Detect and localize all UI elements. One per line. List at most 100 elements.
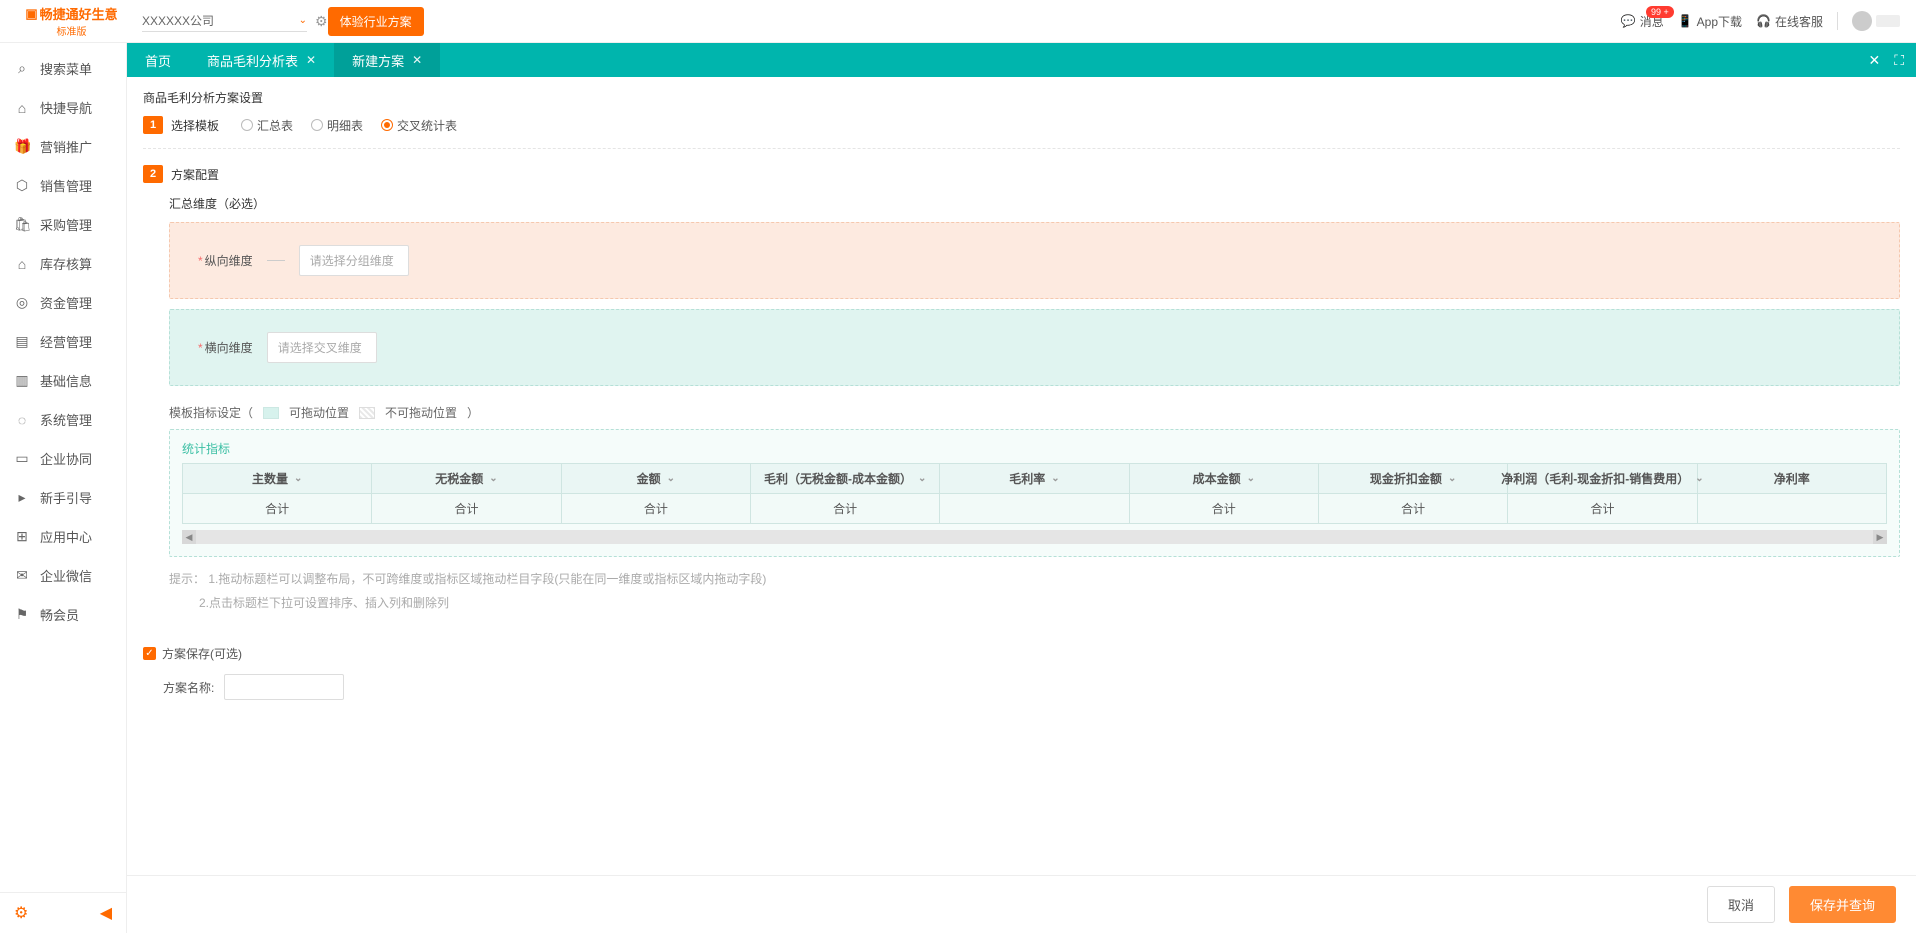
- horizontal-scrollbar[interactable]: ◀ ▶: [182, 530, 1887, 544]
- tab-0[interactable]: 首页: [127, 43, 189, 77]
- top-header: ▣畅捷通好生意 标准版 XXXXXX公司 ⌄ ⚙ 体验行业方案 💬 消息 99 …: [0, 0, 1916, 43]
- expand-icon[interactable]: ⛶: [1890, 48, 1908, 73]
- sidebar-icon: ⬡: [14, 177, 30, 194]
- sidebar-item-label: 基础信息: [40, 371, 92, 390]
- sidebar-item-13[interactable]: ✉企业微信: [0, 556, 126, 595]
- divider: [143, 148, 1900, 149]
- sidebar-item-2[interactable]: 🎁营销推广: [0, 127, 126, 166]
- radio-detail[interactable]: 明细表: [311, 117, 363, 134]
- footer: 取消 保存并查询: [127, 875, 1916, 933]
- horizontal-dimension-select[interactable]: 请选择交叉维度: [267, 332, 377, 363]
- metrics-header-1[interactable]: 无税金额⌄: [372, 464, 561, 494]
- metrics-sum-8: [1697, 494, 1886, 524]
- sidebar-item-5[interactable]: ⌂库存核算: [0, 244, 126, 283]
- metrics-header-3[interactable]: 毛利（无税金额-成本金额）⌄: [750, 464, 939, 494]
- radio-icon: [241, 119, 253, 131]
- sidebar-icon: ▤: [14, 333, 30, 350]
- legend-label: 模板指标设定（: [169, 404, 253, 421]
- chevron-down-icon[interactable]: ⌄: [1695, 473, 1703, 484]
- sidebar-icon: ⚑: [14, 606, 30, 623]
- sidebar-icon: ⌂: [14, 256, 30, 272]
- chevron-down-icon[interactable]: ⌄: [1051, 473, 1059, 484]
- scroll-left-icon[interactable]: ◀: [182, 530, 196, 544]
- cancel-button[interactable]: 取消: [1707, 886, 1775, 923]
- metrics-sum-4: [940, 494, 1129, 524]
- header-label: 金额: [637, 470, 661, 487]
- sidebar-icon: ▸: [14, 489, 30, 506]
- metrics-header-7[interactable]: 净利润（毛利-现金折扣-销售费用）⌄: [1508, 464, 1697, 494]
- user-area[interactable]: [1852, 11, 1900, 31]
- draggable-label: 可拖动位置: [289, 404, 349, 421]
- chevron-down-icon[interactable]: ⌄: [1448, 473, 1456, 484]
- try-industry-button[interactable]: 体验行业方案: [328, 7, 424, 36]
- scheme-name-label: 方案名称:: [163, 679, 214, 696]
- sidebar-item-11[interactable]: ▸新手引导: [0, 478, 126, 517]
- avatar-icon: [1852, 11, 1872, 31]
- sidebar-item-0[interactable]: ⌕搜索菜单: [0, 49, 126, 88]
- sidebar-item-8[interactable]: ▥基础信息: [0, 361, 126, 400]
- settings-icon[interactable]: ⚙: [315, 13, 328, 30]
- collapse-sidebar-icon[interactable]: ◀: [100, 903, 112, 923]
- sidebar-items: ⌕搜索菜单⌂快捷导航🎁营销推广⬡销售管理🛍采购管理⌂库存核算◎资金管理▤经营管理…: [0, 43, 126, 892]
- message-icon: 💬: [1621, 14, 1636, 28]
- app-download-link[interactable]: 📱 App下载: [1678, 13, 1742, 30]
- tab-1[interactable]: 商品毛利分析表✕: [189, 43, 334, 77]
- scheme-name-input[interactable]: [224, 674, 344, 700]
- chevron-down-icon[interactable]: ⌄: [918, 473, 926, 484]
- online-service-link[interactable]: 🎧 在线客服: [1756, 13, 1823, 30]
- settings-gear-icon[interactable]: ⚙: [14, 903, 28, 923]
- step1-head: 1 选择模板 汇总表 明细表 交叉统计表: [143, 116, 1900, 134]
- sidebar-item-9[interactable]: ◌系统管理: [0, 400, 126, 439]
- hints-label: 提示：: [169, 572, 205, 586]
- sidebar-item-label: 系统管理: [40, 410, 92, 429]
- sidebar-item-3[interactable]: ⬡销售管理: [0, 166, 126, 205]
- sidebar-item-label: 搜索菜单: [40, 59, 92, 78]
- company-area: XXXXXX公司 ⌄ ⚙: [142, 10, 328, 32]
- save-query-button[interactable]: 保存并查询: [1789, 886, 1896, 923]
- messages-link[interactable]: 💬 消息 99 +: [1621, 13, 1664, 30]
- sidebar-item-1[interactable]: ⌂快捷导航: [0, 88, 126, 127]
- tab-label: 新建方案: [352, 51, 404, 70]
- save-checkbox[interactable]: ✓: [143, 647, 156, 660]
- hint-1: 1.拖动标题栏可以调整布局，不可跨维度或指标区域拖动栏目字段(只能在同一维度或指…: [208, 572, 766, 586]
- metrics-header-4[interactable]: 毛利率⌄: [940, 464, 1129, 494]
- hints: 提示： 1.拖动标题栏可以调整布局，不可跨维度或指标区域拖动栏目字段(只能在同一…: [169, 567, 1900, 615]
- radio-cross[interactable]: 交叉统计表: [381, 117, 457, 134]
- radio-icon-selected: [381, 119, 393, 131]
- radio-summary[interactable]: 汇总表: [241, 117, 293, 134]
- group-dimension-label: 汇总维度（必选）: [143, 195, 1900, 222]
- tab-close-icon[interactable]: ✕: [412, 53, 422, 67]
- tab-2[interactable]: 新建方案 ✕: [334, 43, 440, 77]
- chevron-down-icon[interactable]: ⌄: [489, 473, 497, 484]
- headset-icon: 🎧: [1756, 14, 1771, 28]
- chevron-down-icon[interactable]: ⌄: [667, 473, 675, 484]
- sidebar-item-6[interactable]: ◎资金管理: [0, 283, 126, 322]
- chevron-down-icon[interactable]: ⌄: [1247, 473, 1255, 484]
- metrics-sum-5: 合计: [1129, 494, 1318, 524]
- separator: [1837, 12, 1838, 30]
- sidebar-icon: 🛍: [14, 216, 30, 233]
- sidebar-icon: ▭: [14, 450, 30, 467]
- metrics-sum-2: 合计: [561, 494, 750, 524]
- metrics-header-5[interactable]: 成本金额⌄: [1129, 464, 1318, 494]
- sidebar-item-12[interactable]: ⊞ 应用中心: [0, 517, 126, 556]
- sidebar-item-7[interactable]: ▤经营管理: [0, 322, 126, 361]
- chevron-down-icon[interactable]: ⌄: [294, 473, 302, 484]
- metrics-header-8[interactable]: 净利率: [1697, 464, 1886, 494]
- metrics-header-2[interactable]: 金额 ⌄: [561, 464, 750, 494]
- sidebar-item-label: 应用中心: [40, 527, 92, 546]
- sidebar-item-4[interactable]: 🛍采购管理: [0, 205, 126, 244]
- tab-close-icon[interactable]: ✕: [306, 53, 316, 67]
- sidebar-item-label: 营销推广: [40, 137, 92, 156]
- close-all-icon[interactable]: ✕: [1864, 48, 1884, 73]
- chevron-down-icon: ⌄: [299, 15, 307, 26]
- vertical-dimension-select[interactable]: 请选择分组维度: [299, 245, 409, 276]
- sidebar-bottom: ⚙ ◀: [0, 892, 126, 933]
- sidebar-icon: ⊞: [14, 528, 30, 545]
- sidebar-item-10[interactable]: ▭企业协同: [0, 439, 126, 478]
- sidebar-item-14[interactable]: ⚑畅会员: [0, 595, 126, 634]
- metrics-header-6[interactable]: 现金折扣金额⌄: [1318, 464, 1507, 494]
- company-select[interactable]: XXXXXX公司 ⌄: [142, 10, 307, 32]
- metrics-header-0[interactable]: 主数量⌄: [183, 464, 372, 494]
- scroll-right-icon[interactable]: ▶: [1873, 530, 1887, 544]
